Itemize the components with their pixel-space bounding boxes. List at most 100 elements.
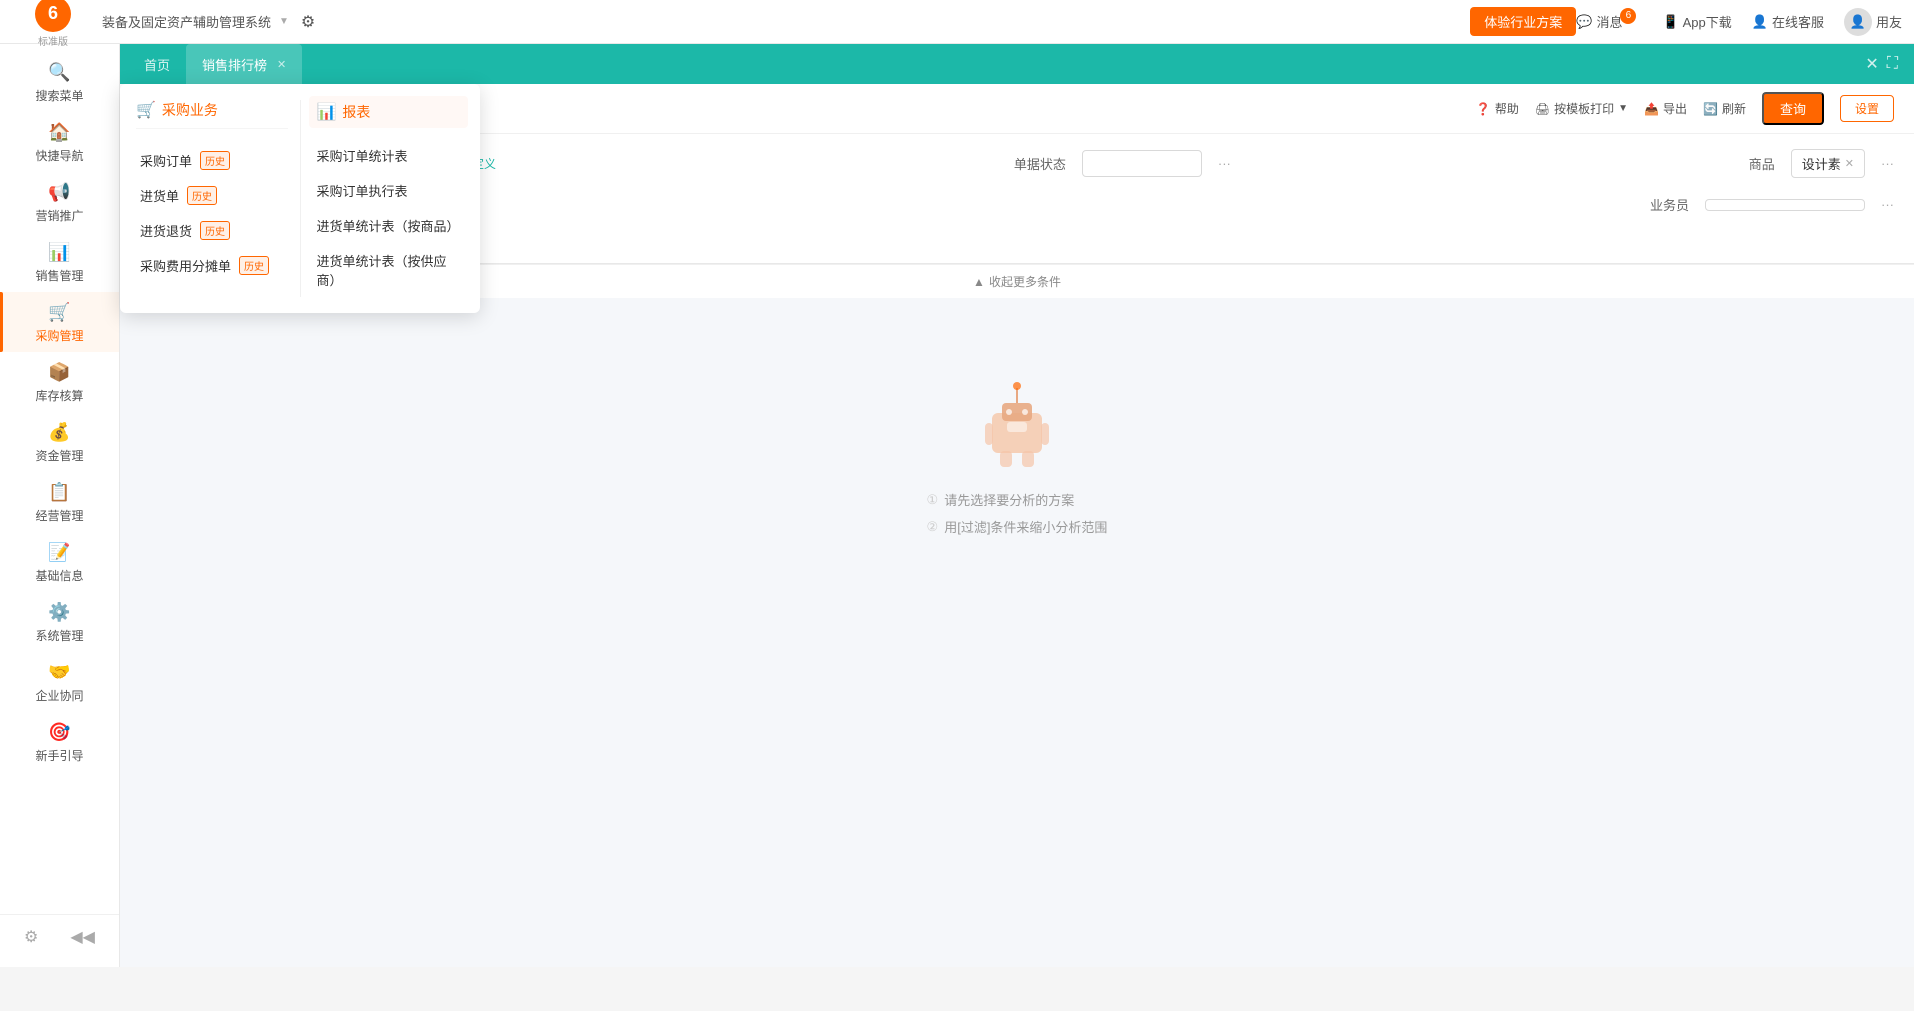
app-download-label: App下载 bbox=[1683, 12, 1732, 31]
empty-illustration bbox=[967, 378, 1067, 478]
item-label: 采购订单统计表 bbox=[317, 146, 408, 165]
settings-icon[interactable]: ⚙ bbox=[301, 12, 315, 32]
sidebar-label-sales: 销售管理 bbox=[35, 267, 83, 284]
report-col-label: 报表 bbox=[342, 102, 370, 122]
app-download-button[interactable]: 📱 App下载 bbox=[1662, 12, 1731, 31]
export-icon: 📤 bbox=[1644, 102, 1659, 116]
settings-button[interactable]: 设置 bbox=[1840, 95, 1894, 122]
tabbar: 首页 销售排行榜 ✕ ✕ ⛶ bbox=[120, 44, 1914, 84]
operations-icon: 📋 bbox=[48, 482, 70, 503]
tab-sales-rank[interactable]: 销售排行榜 ✕ bbox=[186, 44, 302, 84]
goods-tag-remove[interactable]: ✕ bbox=[1845, 157, 1854, 170]
title-dropdown-arrow[interactable]: ▼ bbox=[279, 16, 289, 27]
tab-maximize-icon[interactable]: ⛶ bbox=[1887, 55, 1898, 73]
empty-state: ① 请先选择要分析的方案 ② 用[过滤]条件来缩小分析范围 bbox=[120, 298, 1914, 616]
enterprise-icon: 🤝 bbox=[48, 662, 70, 683]
notification-icon: 💬 bbox=[1576, 14, 1592, 30]
sidebar-item-system[interactable]: ⚙️ 系统管理 bbox=[0, 592, 119, 652]
order-status-dots[interactable]: ··· bbox=[1218, 156, 1231, 171]
purchase-dropdown-menu: 🛒 采购业务 采购订单 历史 进货单 历史 进货退货 历史 采购费用分摊单 历史… bbox=[120, 84, 480, 313]
refresh-button[interactable]: 🔄 刷新 bbox=[1703, 100, 1746, 117]
sidebar-item-search[interactable]: 🔍 搜索菜单 bbox=[0, 52, 119, 112]
sidebar-item-guide[interactable]: 🎯 新手引导 bbox=[0, 712, 119, 772]
sidebar-label-finance: 资金管理 bbox=[35, 447, 83, 464]
industry-solution-button[interactable]: 体验行业方案 bbox=[1470, 7, 1576, 36]
tab-close-all-icon[interactable]: ✕ bbox=[1865, 54, 1878, 74]
sidebar-item-basic[interactable]: 📝 基础信息 bbox=[0, 532, 119, 592]
collapse-up-icon: ▲ bbox=[973, 275, 985, 289]
phone-icon: 📱 bbox=[1662, 14, 1678, 30]
empty-text-container: ① 请先选择要分析的方案 ② 用[过滤]条件来缩小分析范围 bbox=[927, 490, 1108, 536]
help-icon: ❓ bbox=[1476, 102, 1491, 116]
item-label: 进货单 bbox=[140, 186, 179, 205]
sidebar-item-finance[interactable]: 💰 资金管理 bbox=[0, 412, 119, 472]
sidebar-item-quick-nav[interactable]: 🏠 快捷导航 bbox=[0, 112, 119, 172]
user-menu-button[interactable]: 👤 用友 bbox=[1844, 8, 1902, 36]
dropdown-item-goods-stat[interactable]: 进货单统计表（按商品） bbox=[313, 208, 465, 243]
sidebar-item-sales[interactable]: 📊 销售管理 bbox=[0, 232, 119, 292]
goods-dots[interactable]: ··· bbox=[1881, 156, 1894, 171]
dropdown-item-purchase-order[interactable]: 采购订单 历史 bbox=[136, 143, 288, 178]
dropdown-item-cost[interactable]: 采购费用分摊单 历史 bbox=[136, 248, 288, 283]
report-col-icon: 📊 bbox=[317, 102, 337, 122]
dropdown-item-return[interactable]: 进货退货 历史 bbox=[136, 213, 288, 248]
dropdown-report-col: 📊 报表 采购订单统计表 采购订单执行表 进货单统计表（按商品） 进货单统计表（… bbox=[313, 100, 465, 297]
finance-icon: 💰 bbox=[48, 422, 70, 443]
basic-icon: 📝 bbox=[48, 542, 70, 563]
sidebar-label-guide: 新手引导 bbox=[35, 747, 83, 764]
dropdown-item-supplier-stat[interactable]: 进货单统计表（按供应商） bbox=[313, 243, 465, 297]
goods-tag[interactable]: 设计素 ✕ bbox=[1791, 149, 1865, 178]
dropdown-item-po-exec[interactable]: 采购订单执行表 bbox=[313, 173, 465, 208]
sidebar-item-operations[interactable]: 📋 经营管理 bbox=[0, 472, 119, 532]
empty-line-2: ② 用[过滤]条件来缩小分析范围 bbox=[927, 517, 1108, 536]
sidebar-label-operations: 经营管理 bbox=[35, 507, 83, 524]
notification-button[interactable]: 💬 消息 6 bbox=[1576, 12, 1642, 31]
search-icon: 🔍 bbox=[48, 62, 70, 83]
order-status-label: 单据状态 bbox=[1014, 154, 1066, 173]
dropdown-item-incoming[interactable]: 进货单 历史 bbox=[136, 178, 288, 213]
purchase-col-icon: 🛒 bbox=[136, 100, 156, 120]
sidebar-label-inventory: 库存核算 bbox=[35, 387, 83, 404]
system-icon: ⚙️ bbox=[48, 602, 70, 623]
export-button[interactable]: 📤 导出 bbox=[1644, 100, 1687, 117]
goods-label: 商品 bbox=[1749, 154, 1775, 173]
tab-home-label: 首页 bbox=[144, 55, 170, 74]
notification-label: 消息 bbox=[1596, 12, 1622, 31]
print-label: 按模板打印 bbox=[1554, 100, 1614, 117]
dropdown-divider bbox=[300, 100, 301, 297]
topbar-right: 💬 消息 6 📱 App下载 👤 在线客服 👤 用友 bbox=[1576, 8, 1902, 36]
print-button[interactable]: 🖨 按模板打印 ▼ bbox=[1535, 100, 1628, 117]
collapse-sidebar-button[interactable]: ◀◀ bbox=[70, 927, 95, 947]
tab-home[interactable]: 首页 bbox=[128, 44, 186, 84]
item-badge: 历史 bbox=[239, 256, 269, 275]
sidebar-item-purchase[interactable]: 🛒 采购管理 bbox=[0, 292, 119, 352]
help-button[interactable]: ❓ 帮助 bbox=[1476, 100, 1519, 117]
sidebar-item-inventory[interactable]: 📦 库存核算 bbox=[0, 352, 119, 412]
print-icon: 🖨 bbox=[1535, 102, 1550, 116]
item-label: 进货退货 bbox=[140, 221, 192, 240]
inventory-icon: 📦 bbox=[48, 362, 70, 383]
order-status-select[interactable] bbox=[1082, 150, 1202, 177]
item-label: 采购费用分摊单 bbox=[140, 256, 231, 275]
system-title: 装备及固定资产辅助管理系统 bbox=[102, 12, 271, 31]
guide-icon: 🎯 bbox=[48, 722, 70, 743]
tab-sales-rank-label: 销售排行榜 bbox=[202, 55, 267, 74]
tab-close-icon[interactable]: ✕ bbox=[277, 58, 286, 71]
username: 用友 bbox=[1876, 12, 1902, 31]
sidebar-item-enterprise[interactable]: 🤝 企业协同 bbox=[0, 652, 119, 712]
dropdown-item-po-stat[interactable]: 采购订单统计表 bbox=[313, 138, 465, 173]
sidebar-item-marketing[interactable]: 📢 营销推广 bbox=[0, 172, 119, 232]
home-icon: 🏠 bbox=[48, 122, 70, 143]
online-service-button[interactable]: 👤 在线客服 bbox=[1752, 12, 1824, 31]
print-dropdown-icon: ▼ bbox=[1618, 103, 1628, 114]
logo-text: 标准版 bbox=[38, 33, 68, 48]
sidebar-label-search: 搜索菜单 bbox=[35, 87, 83, 104]
bottom-settings-icon[interactable]: ⚙ bbox=[24, 927, 38, 947]
sidebar-label-system: 系统管理 bbox=[35, 627, 83, 644]
topbar: 6 标准版 装备及固定资产辅助管理系统 ▼ ⚙ 体验行业方案 💬 消息 6 📱 … bbox=[0, 0, 1914, 44]
dropdown-report-title: 📊 报表 bbox=[309, 96, 469, 128]
sidebar: 🔍 搜索菜单 🏠 快捷导航 📢 营销推广 📊 销售管理 🛒 采购管理 📦 库存核… bbox=[0, 44, 120, 967]
salesperson-input[interactable] bbox=[1705, 199, 1865, 211]
query-button[interactable]: 查询 bbox=[1762, 92, 1824, 125]
salesperson-dots[interactable]: ··· bbox=[1881, 197, 1894, 212]
